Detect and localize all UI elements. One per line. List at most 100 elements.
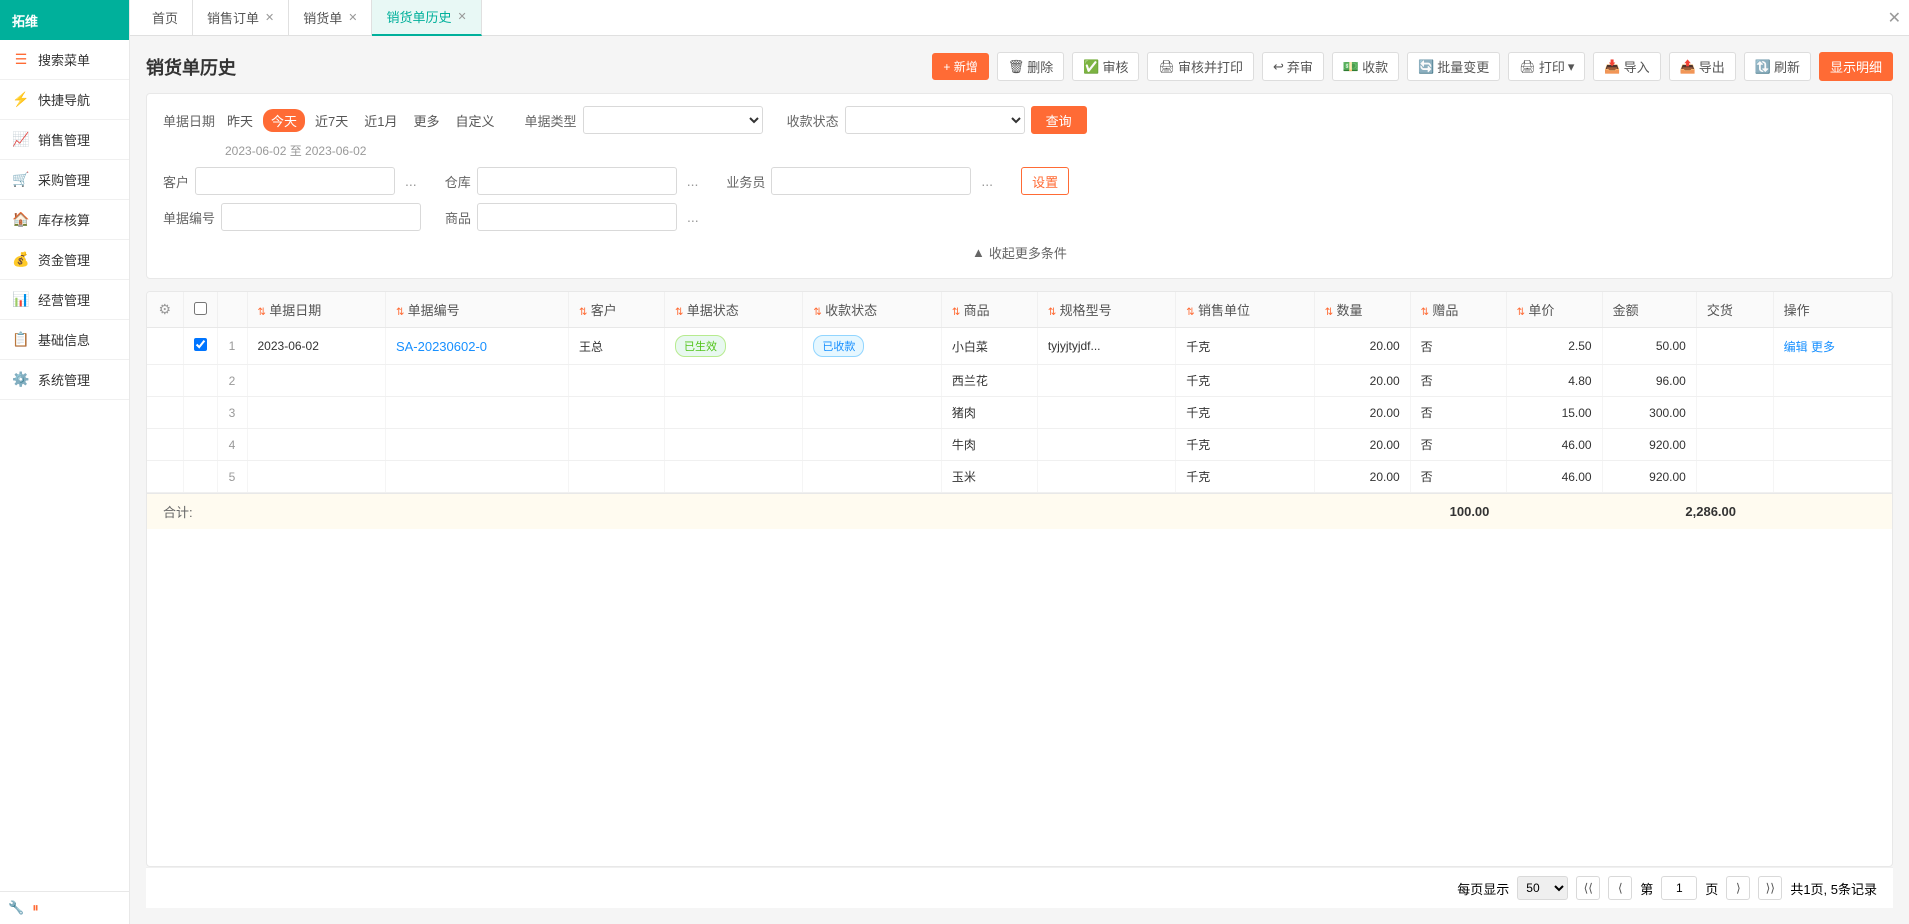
print-dropdown-icon: ▾ — [1568, 59, 1575, 75]
select-all-checkbox[interactable] — [194, 302, 207, 315]
total-info: 共1页, 5条记录 — [1790, 879, 1877, 898]
collapse-button[interactable]: ▲ 收起更多条件 — [163, 239, 1876, 266]
tab-home[interactable]: 首页 — [138, 0, 193, 36]
cell-checkbox[interactable] — [183, 461, 217, 493]
print-icon: 🖨 — [1519, 59, 1536, 75]
cell-action — [1773, 365, 1891, 397]
col-quantity[interactable]: ⇅ 数量 — [1314, 292, 1410, 328]
per-page-select[interactable]: 50 100 — [1517, 876, 1568, 900]
sidebar-item-label: 库存核算 — [38, 210, 90, 229]
col-doc-number[interactable]: ⇅ 单据编号 — [385, 292, 568, 328]
tab-bar-close[interactable]: ✕ — [1888, 8, 1901, 28]
col-checkbox — [183, 292, 217, 328]
delete-button[interactable]: 🗑 删除 — [997, 52, 1065, 81]
sidebar-item-system[interactable]: ⚙️ 系统管理 — [0, 360, 129, 400]
cell-sales-unit: 千克 — [1176, 365, 1314, 397]
audit-print-button[interactable]: 🖨 审核并打印 — [1147, 52, 1254, 81]
col-amount[interactable]: 金额 — [1602, 292, 1696, 328]
gear-icon[interactable]: ⚙ — [157, 301, 173, 318]
batch-change-button[interactable]: 🔄 批量变更 — [1407, 52, 1500, 81]
row-checkbox[interactable] — [194, 338, 207, 351]
customer-input[interactable] — [195, 167, 395, 195]
shortcut-yesterday[interactable]: 昨天 — [221, 109, 259, 132]
doc-type-select[interactable] — [583, 106, 763, 134]
print-button[interactable]: 🖨 打印 ▾ — [1508, 52, 1585, 81]
next-page-button[interactable]: ⟩ — [1726, 876, 1750, 900]
prev-page-button[interactable]: ⟨ — [1608, 876, 1632, 900]
salesperson-input[interactable] — [771, 167, 971, 195]
cell-customer — [569, 429, 665, 461]
edit-button[interactable]: 编辑 — [1784, 340, 1808, 354]
page-number-input[interactable] — [1661, 876, 1697, 900]
tab-sales-history[interactable]: 销货单历史 ✕ — [372, 0, 481, 36]
col-doc-status[interactable]: ⇅ 单据状态 — [664, 292, 802, 328]
col-spec[interactable]: ⇅ 规格型号 — [1037, 292, 1175, 328]
discard-button[interactable]: ↩ 弃审 — [1262, 52, 1324, 81]
doc-number-input[interactable] — [221, 203, 421, 231]
search-menu-icon: ☰ — [12, 51, 30, 69]
cell-quantity: 20.00 — [1314, 397, 1410, 429]
col-sales-unit[interactable]: ⇅ 销售单位 — [1176, 292, 1314, 328]
sidebar-item-inventory[interactable]: 🏠 库存核算 — [0, 200, 129, 240]
col-gear[interactable]: ⚙ — [147, 292, 183, 328]
sidebar-item-basic-info[interactable]: 📋 基础信息 — [0, 320, 129, 360]
tab-close-sales-order[interactable]: ✕ — [265, 11, 274, 24]
sidebar-item-sales-mgmt[interactable]: 📈 销售管理 — [0, 120, 129, 160]
salesperson-ellipsis[interactable]: ... — [977, 173, 997, 189]
sidebar-bottom-icon2[interactable]: ⏸ — [32, 900, 39, 916]
last-page-button[interactable]: ⟩⟩ — [1758, 876, 1782, 900]
sidebar-item-quick-nav[interactable]: ⚡ 快捷导航 — [0, 80, 129, 120]
warehouse-ellipsis[interactable]: ... — [683, 173, 703, 189]
page-header: 销货单历史 + 新增 🗑 删除 ✅ 审核 🖨 审核并打印 ↩ 弃审 — [146, 52, 1893, 81]
cell-doc-date: 2023-06-02 — [247, 328, 385, 365]
audit-button[interactable]: ✅ 审核 — [1072, 52, 1139, 81]
cell-checkbox[interactable] — [183, 328, 217, 365]
col-gift[interactable]: ⇅ 赠品 — [1410, 292, 1506, 328]
filter-doc-type: 单据类型 — [525, 106, 763, 134]
goods-input[interactable] — [477, 203, 677, 231]
customer-ellipsis[interactable]: ... — [401, 173, 421, 189]
cell-checkbox[interactable] — [183, 429, 217, 461]
tab-sales-order[interactable]: 销售订单 ✕ — [193, 0, 289, 36]
shortcut-today[interactable]: 今天 — [263, 109, 305, 132]
cell-gear — [147, 397, 183, 429]
shortcut-7days[interactable]: 近7天 — [309, 109, 354, 132]
new-button[interactable]: + 新增 — [932, 53, 988, 80]
sidebar-item-finance[interactable]: 💰 资金管理 — [0, 240, 129, 280]
shortcut-more[interactable]: 更多 — [408, 109, 446, 132]
query-button[interactable]: 查询 — [1031, 106, 1087, 134]
show-detail-button[interactable]: 显示明细 — [1819, 52, 1893, 81]
col-goods[interactable]: ⇅ 商品 — [941, 292, 1037, 328]
cell-unit-price: 2.50 — [1506, 328, 1602, 365]
sidebar-item-purchase-mgmt[interactable]: 🛒 采购管理 — [0, 160, 129, 200]
col-payment-status[interactable]: ⇅ 收款状态 — [803, 292, 941, 328]
cell-checkbox[interactable] — [183, 397, 217, 429]
goods-ellipsis[interactable]: ... — [683, 209, 703, 225]
settings-button[interactable]: 设置 — [1021, 167, 1069, 195]
sidebar-bottom-icon1[interactable]: 🔧 — [8, 900, 24, 916]
sidebar-item-search-menu[interactable]: ☰ 搜索菜单 — [0, 40, 129, 80]
col-unit-price[interactable]: ⇅ 单价 — [1506, 292, 1602, 328]
col-delivery[interactable]: 交货 — [1696, 292, 1773, 328]
first-page-button[interactable]: ⟨⟨ — [1576, 876, 1600, 900]
doc-number-link[interactable]: SA-20230602-0 — [396, 339, 487, 354]
export-button[interactable]: 📤 导出 — [1669, 52, 1736, 81]
shortcut-1month[interactable]: 近1月 — [358, 109, 403, 132]
basic-info-icon: 📋 — [12, 331, 30, 349]
col-customer[interactable]: ⇅ 客户 — [569, 292, 665, 328]
filter-doc-number: 单据编号 — [163, 203, 421, 231]
collect-button[interactable]: 💵 收款 — [1332, 52, 1399, 81]
cell-checkbox[interactable] — [183, 365, 217, 397]
payment-status-select[interactable] — [845, 106, 1025, 134]
sidebar-item-operations[interactable]: 📊 经营管理 — [0, 280, 129, 320]
more-button[interactable]: 更多 — [1811, 340, 1835, 354]
tab-close-sales-delivery[interactable]: ✕ — [348, 11, 357, 24]
warehouse-input[interactable] — [477, 167, 677, 195]
tab-close-sales-history[interactable]: ✕ — [458, 10, 467, 23]
tab-sales-delivery[interactable]: 销货单 ✕ — [289, 0, 372, 36]
refresh-button[interactable]: 🔃 刷新 — [1744, 52, 1811, 81]
shortcut-custom[interactable]: 自定义 — [450, 109, 501, 132]
col-doc-date[interactable]: ⇅ 单据日期 — [247, 292, 385, 328]
cell-gear — [147, 461, 183, 493]
import-button[interactable]: 📥 导入 — [1593, 52, 1660, 81]
